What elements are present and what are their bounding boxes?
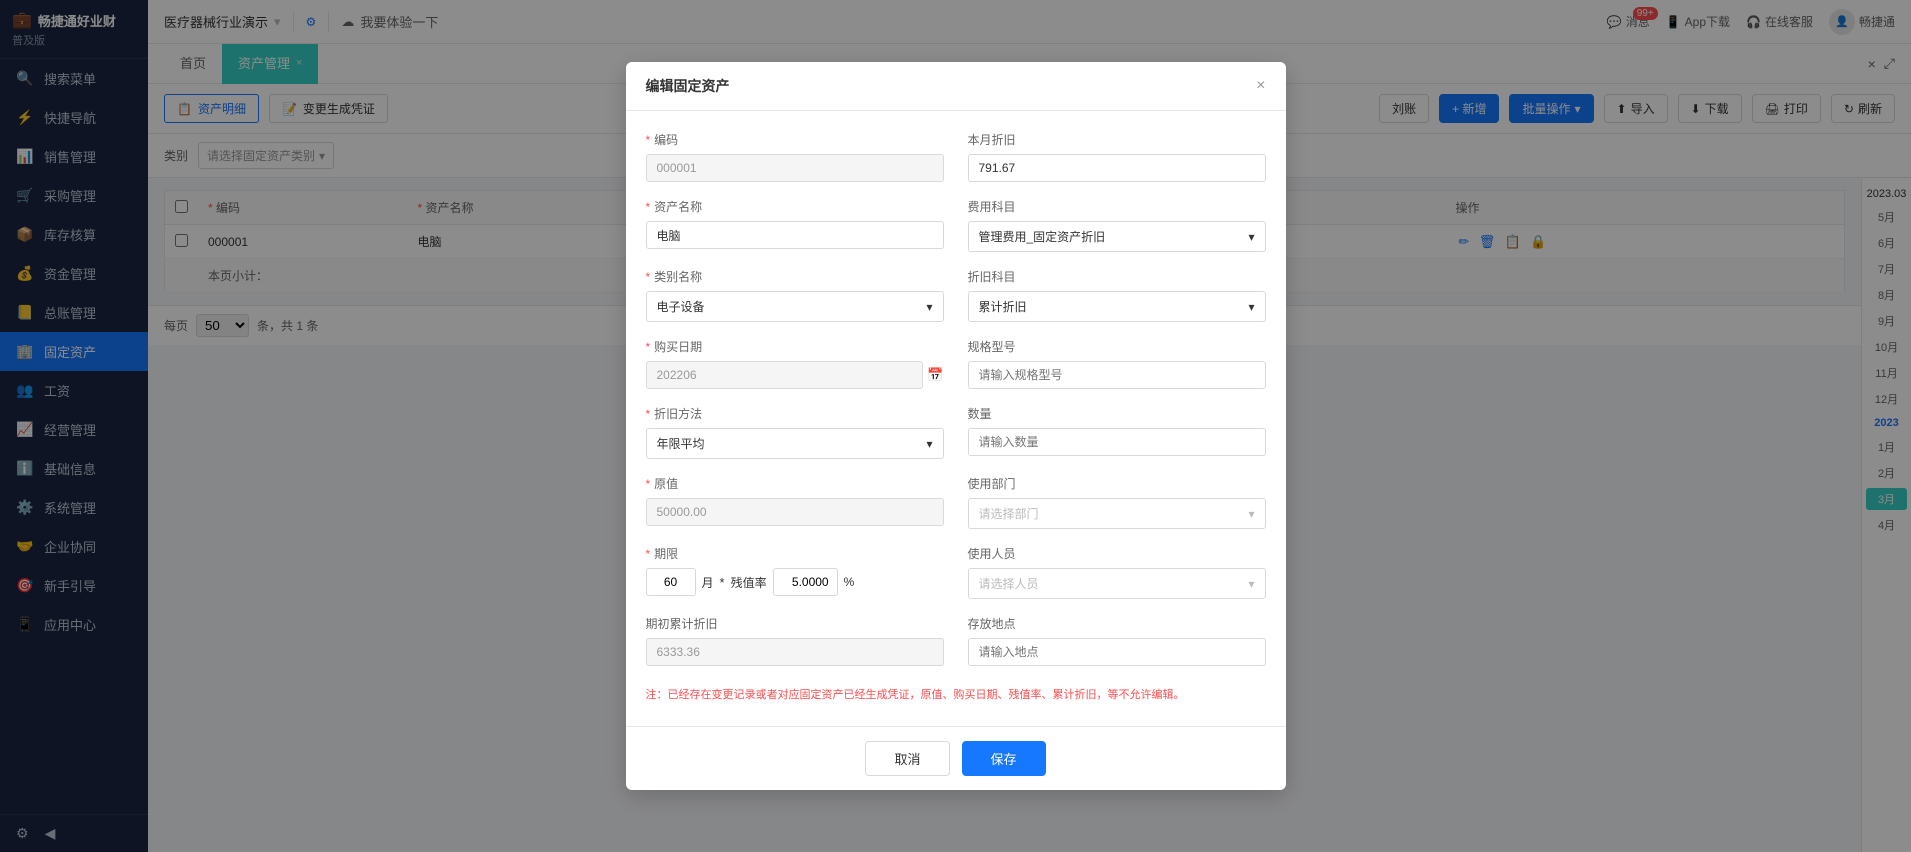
salvage-req: *: [720, 575, 725, 590]
dept-dropdown-icon: ▾: [1248, 507, 1254, 521]
location-input[interactable]: [968, 638, 1266, 666]
dept-select[interactable]: 请选择部门 ▾: [968, 498, 1266, 529]
edit-asset-modal: 编辑固定资产 × * 编码 本月折旧 * 资产名称: [626, 62, 1286, 790]
form-category: * 类别名称 电子设备 ▾: [646, 268, 944, 322]
modal-note: 注：已经存在变更记录或者对应固定资产已经生成凭证，原值、购买日期、残值率、累计折…: [646, 682, 1266, 706]
original-value-input[interactable]: [646, 498, 944, 526]
period-input[interactable]: [646, 568, 696, 596]
save-button[interactable]: 保存: [962, 741, 1046, 776]
initial-dep-label: 期初累计折旧: [646, 615, 944, 632]
form-user: 使用人员 请选择人员 ▾: [968, 545, 1266, 599]
modal-footer: 取消 保存: [626, 726, 1286, 790]
period-label: * 期限: [646, 545, 944, 562]
form-spec: 规格型号: [968, 338, 1266, 389]
form-code: * 编码: [646, 131, 944, 182]
quantity-input[interactable]: [968, 428, 1266, 456]
dep-method-dropdown-icon: ▾: [926, 437, 932, 451]
form-dep-method: * 折旧方法 年限平均 ▾: [646, 405, 944, 459]
quantity-label: 数量: [968, 405, 1266, 422]
category-label: * 类别名称: [646, 268, 944, 285]
period-unit: 月: [702, 574, 714, 591]
form-location: 存放地点: [968, 615, 1266, 666]
purchase-date-label: * 购买日期: [646, 338, 944, 355]
category-select[interactable]: 电子设备 ▾: [646, 291, 944, 322]
form-original-value: * 原值: [646, 475, 944, 529]
modal-close-btn[interactable]: ×: [1256, 77, 1265, 95]
form-purchase-date: * 购买日期 📅: [646, 338, 944, 389]
dep-account-dropdown-icon: ▾: [1248, 300, 1254, 314]
cancel-button[interactable]: 取消: [865, 741, 949, 776]
dep-account-label: 折旧科目: [968, 268, 1266, 285]
form-dept: 使用部门 请选择部门 ▾: [968, 475, 1266, 529]
asset-name-label: * 资产名称: [646, 198, 944, 215]
dep-method-label: * 折旧方法: [646, 405, 944, 422]
code-input[interactable]: [646, 154, 944, 182]
user-label: 使用人员: [968, 545, 1266, 562]
expense-account-select[interactable]: 管理费用_固定资产折旧 ▾: [968, 221, 1266, 252]
location-label: 存放地点: [968, 615, 1266, 632]
salvage-rate-label: 残值率: [731, 574, 767, 591]
form-asset-name: * 资产名称: [646, 198, 944, 252]
spec-label: 规格型号: [968, 338, 1266, 355]
purchase-date-input[interactable]: [646, 361, 924, 389]
user-dropdown-icon: ▾: [1248, 577, 1254, 591]
calendar-icon[interactable]: 📅: [927, 367, 943, 383]
code-label: * 编码: [646, 131, 944, 148]
dept-label: 使用部门: [968, 475, 1266, 492]
dep-method-select[interactable]: 年限平均 ▾: [646, 428, 944, 459]
monthly-dep-input[interactable]: [968, 154, 1266, 182]
form-monthly-dep: 本月折旧: [968, 131, 1266, 182]
category-dropdown-icon: ▾: [926, 300, 932, 314]
asset-name-input[interactable]: [646, 221, 944, 249]
form-initial-dep: 期初累计折旧: [646, 615, 944, 666]
original-value-label: * 原值: [646, 475, 944, 492]
modal-title: 编辑固定资产: [646, 76, 730, 96]
spec-input[interactable]: [968, 361, 1266, 389]
dep-account-select[interactable]: 累计折旧 ▾: [968, 291, 1266, 322]
form-dep-account: 折旧科目 累计折旧 ▾: [968, 268, 1266, 322]
form-quantity: 数量: [968, 405, 1266, 459]
expense-dropdown-icon: ▾: [1248, 230, 1254, 244]
form-period-salvage: * 期限 月 * 残值率 %: [646, 545, 944, 599]
monthly-dep-label: 本月折旧: [968, 131, 1266, 148]
initial-dep-input[interactable]: [646, 638, 944, 666]
modal-body: * 编码 本月折旧 * 资产名称 费用科目: [626, 111, 1286, 726]
salvage-rate-input[interactable]: [773, 568, 838, 596]
form-expense-account: 费用科目 管理费用_固定资产折旧 ▾: [968, 198, 1266, 252]
salvage-unit: %: [844, 575, 855, 589]
modal-header: 编辑固定资产 ×: [626, 62, 1286, 111]
user-select[interactable]: 请选择人员 ▾: [968, 568, 1266, 599]
expense-account-label: 费用科目: [968, 198, 1266, 215]
modal-overlay: 编辑固定资产 × * 编码 本月折旧 * 资产名称: [0, 0, 1911, 852]
